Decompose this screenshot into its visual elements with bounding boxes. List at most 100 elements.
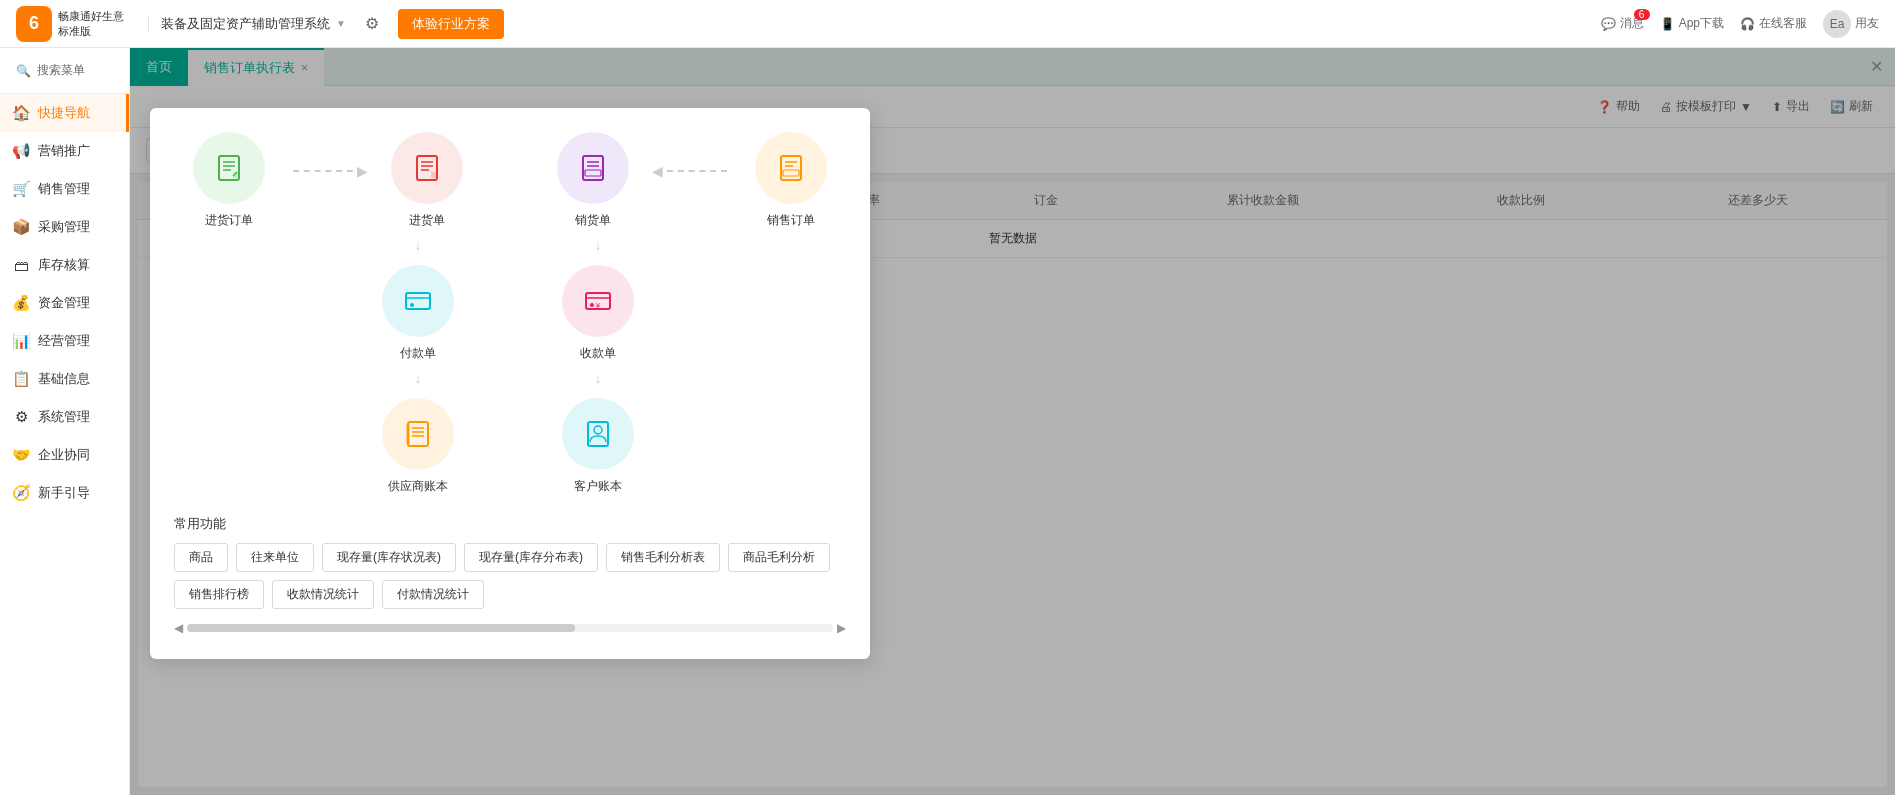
arrow-right-icon: ▶	[357, 163, 368, 179]
func-btn-stock-status[interactable]: 现存量(库存状况表)	[322, 543, 456, 572]
flow-node-sale-bill[interactable]: 销货单	[538, 132, 649, 229]
box-icon: 📦	[12, 218, 30, 236]
handshake-icon: 🤝	[12, 446, 30, 464]
customer-ledger-label: 客户账本	[574, 478, 622, 495]
storage-icon: 🗃	[12, 256, 30, 274]
func-btn-receipt-stats[interactable]: 收款情况统计	[272, 580, 374, 609]
svg-text:¥: ¥	[595, 301, 601, 310]
payment-icon	[382, 265, 454, 337]
clipboard-icon: 📋	[12, 370, 30, 388]
sidebar-item-finance[interactable]: 💰 资金管理	[0, 284, 129, 322]
sidebar-item-operations[interactable]: 📊 经营管理	[0, 322, 129, 360]
system-title[interactable]: 装备及固定资产辅助管理系统 ▼	[148, 15, 346, 33]
func-btn-stock-dist[interactable]: 现存量(库存分布表)	[464, 543, 598, 572]
func-buttons-group: 商品 往来单位 现存量(库存状况表) 现存量(库存分布表) 销售毛利分析表 商品…	[174, 543, 846, 572]
online-service-button[interactable]: 🎧 在线客服	[1740, 15, 1807, 32]
sidebar-item-inventory[interactable]: 🗃 库存核算	[0, 246, 129, 284]
common-func-title: 常用功能	[174, 515, 846, 533]
sale-bill-label: 销货单	[575, 212, 611, 229]
purchase-order-icon	[193, 132, 265, 204]
arrow-purchase-to-bill: ▶	[285, 163, 372, 179]
receipt-icon: ¥	[562, 265, 634, 337]
flow-node-purchase-order[interactable]: 进货订单	[174, 132, 285, 229]
logo-area: 6 畅康通好生意 标准版	[16, 6, 136, 42]
trial-button[interactable]: 体验行业方案	[398, 9, 504, 39]
logo-icon: 6	[16, 6, 52, 42]
svg-rect-23	[408, 422, 428, 446]
purchase-bill-icon	[391, 132, 463, 204]
arrow-sale-order-to-bill: ◀	[648, 163, 735, 179]
svg-rect-16	[406, 293, 430, 309]
receipt-label: 收款单	[580, 345, 616, 362]
sidebar-item-quick-nav[interactable]: 🏠 快捷导航	[0, 94, 129, 132]
func-btn-sales-ranking[interactable]: 销售排行榜	[174, 580, 264, 609]
purchase-order-label: 进货订单	[205, 212, 253, 229]
svg-rect-11	[585, 170, 601, 176]
search-icon: 🔍	[16, 64, 31, 78]
arrow-left-icon: ◀	[652, 163, 663, 179]
scrollbar-thumb	[187, 624, 575, 632]
func-btn-sales-profit[interactable]: 销售毛利分析表	[606, 543, 720, 572]
arrow-down-sale: ↓	[538, 237, 658, 257]
scrollbar-track[interactable]	[187, 624, 833, 632]
common-func-section: 常用功能 商品 往来单位 现存量(库存状况表) 现存量(库存分布表) 销售毛利分…	[174, 515, 846, 609]
flow-node-payment[interactable]: 付款单	[358, 265, 478, 362]
sidebar-item-marketing[interactable]: 📢 营销推广	[0, 132, 129, 170]
svg-rect-27	[406, 424, 410, 444]
sale-order-icon	[755, 132, 827, 204]
flow-row-arrows: ↓ ↓	[174, 237, 846, 257]
app-download-button[interactable]: 📱 App下载	[1660, 15, 1724, 32]
func-btn-product[interactable]: 商品	[174, 543, 228, 572]
svg-point-29	[594, 426, 602, 434]
megaphone-icon: 📢	[12, 142, 30, 160]
sidebar-item-guide[interactable]: 🧭 新手引导	[0, 474, 129, 512]
sidebar-item-enterprise[interactable]: 🤝 企业协同	[0, 436, 129, 474]
func-btn-payment-stats[interactable]: 付款情况统计	[382, 580, 484, 609]
customer-ledger-icon	[562, 398, 634, 470]
message-badge: 6	[1634, 9, 1650, 20]
user-area[interactable]: Ea 用友	[1823, 10, 1879, 38]
scroll-left-button[interactable]: ◀	[174, 621, 183, 635]
purchase-bill-label: 进货单	[409, 212, 445, 229]
gear-icon: ⚙	[12, 408, 30, 426]
svg-point-18	[410, 303, 414, 307]
svg-point-21	[590, 303, 594, 307]
flow-node-supplier-ledger[interactable]: 供应商账本	[358, 398, 478, 495]
cart-icon: 🛒	[12, 180, 30, 198]
supplier-ledger-icon	[382, 398, 454, 470]
flow-diagram: 进货订单 ▶ 进	[174, 132, 846, 503]
func-btn-product-profit[interactable]: 商品毛利分析	[728, 543, 830, 572]
sale-order-label: 销售订单	[767, 212, 815, 229]
logo-text: 畅康通好生意 标准版	[58, 9, 124, 38]
flow-node-receipt[interactable]: ¥ 收款单	[538, 265, 658, 362]
compass-icon: 🧭	[12, 484, 30, 502]
flow-row-2: 付款单 ¥ 收款单	[174, 265, 846, 362]
flow-row-1: 进货订单 ▶ 进	[174, 132, 846, 229]
sidebar-item-sales[interactable]: 🛒 销售管理	[0, 170, 129, 208]
modal-overlay[interactable]: 进货订单 ▶ 进	[130, 48, 1895, 795]
sidebar: 🔍 搜索菜单 🏠 快捷导航 📢 营销推广 🛒 销售管理 📦 采购管理	[0, 48, 130, 795]
flow-node-sale-order[interactable]: 销售订单	[735, 132, 846, 229]
sale-bill-icon	[557, 132, 629, 204]
svg-rect-15	[783, 170, 799, 176]
func-btn-contacts[interactable]: 往来单位	[236, 543, 314, 572]
sidebar-search-area[interactable]: 🔍 搜索菜单	[0, 48, 129, 94]
arrow-down-payment: ↓	[358, 370, 478, 390]
content-area: 首页 销售订单执行表 × ✕ ❓ 帮助 🖨 按模板打印 ▼	[130, 48, 1895, 795]
flow-modal: 进货订单 ▶ 进	[150, 108, 870, 659]
chart-icon: 📊	[12, 332, 30, 350]
sidebar-item-basic-info[interactable]: 📋 基础信息	[0, 360, 129, 398]
money-icon: 💰	[12, 294, 30, 312]
chevron-down-icon: ▼	[336, 18, 346, 29]
message-button[interactable]: 💬 消息 6	[1601, 15, 1644, 32]
sidebar-item-purchase[interactable]: 📦 采购管理	[0, 208, 129, 246]
flow-row-arrows-2: ↓ ↓	[174, 370, 846, 390]
settings-button[interactable]: ⚙	[358, 10, 386, 38]
sidebar-item-system[interactable]: ⚙ 系统管理	[0, 398, 129, 436]
flow-node-purchase-bill[interactable]: 进货单	[372, 132, 483, 229]
search-menu-button[interactable]: 🔍 搜索菜单	[8, 56, 121, 85]
arrow-down-receipt: ↓	[538, 370, 658, 390]
payment-label: 付款单	[400, 345, 436, 362]
flow-node-customer-ledger[interactable]: 客户账本	[538, 398, 658, 495]
scroll-right-button[interactable]: ▶	[837, 621, 846, 635]
